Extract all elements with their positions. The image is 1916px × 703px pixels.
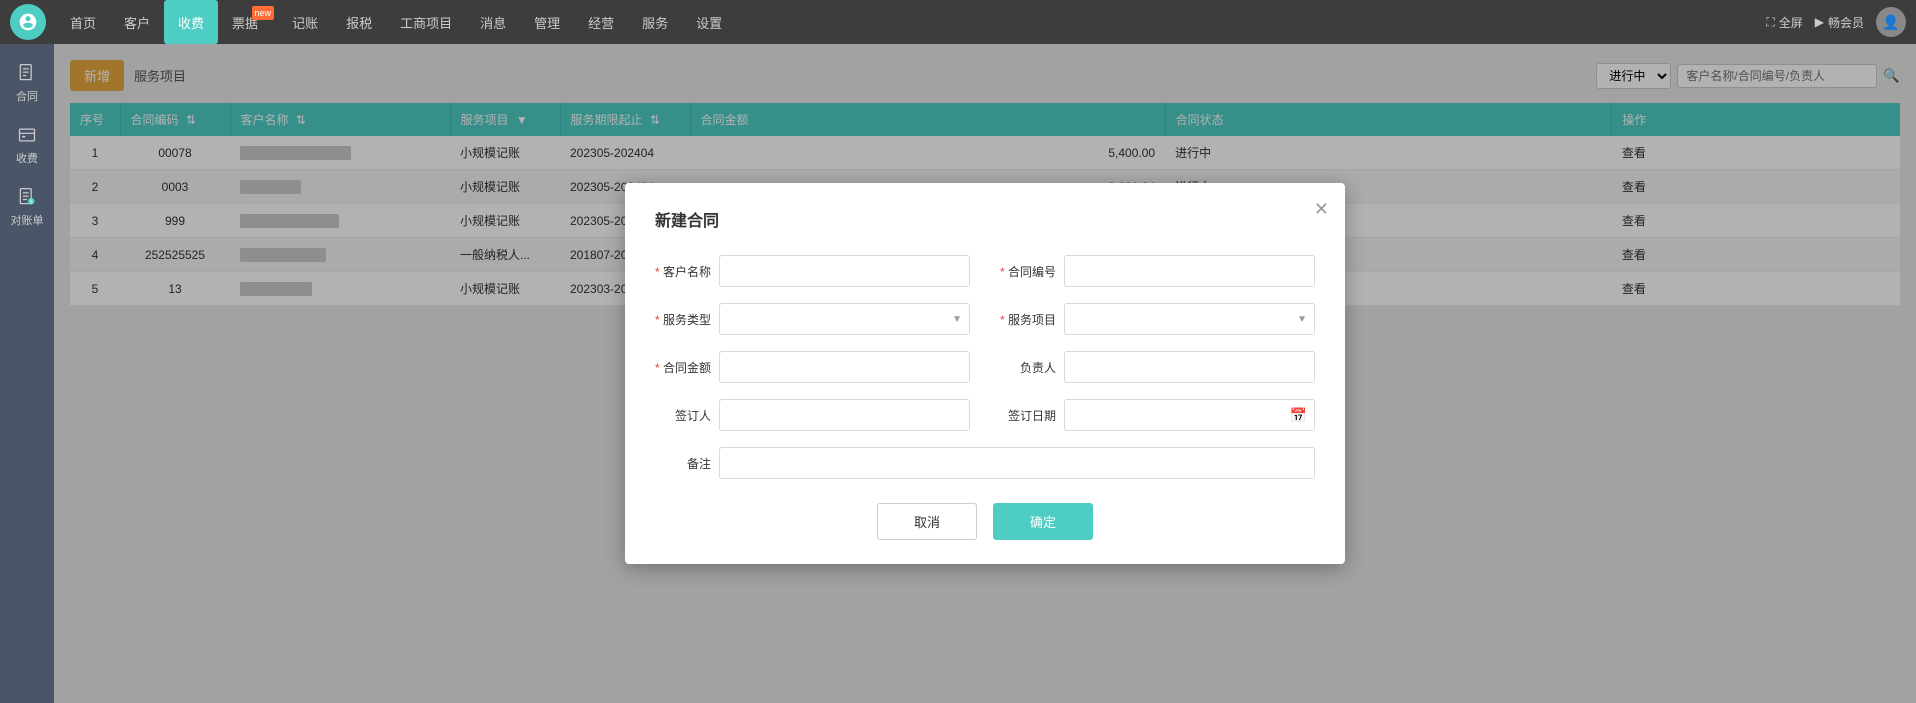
field-contract-no: 合同编号 xyxy=(1000,255,1315,287)
date-input-wrapper: 2023-06-06 📅 xyxy=(1064,399,1315,431)
calendar-icon[interactable]: 📅 xyxy=(1290,407,1307,424)
label-service-item: 服务项目 xyxy=(1000,311,1056,328)
field-remark: 备注 xyxy=(655,447,1315,479)
nav-service[interactable]: 服务 xyxy=(628,0,682,44)
field-sign-date: 签订日期 2023-06-06 📅 xyxy=(1000,399,1315,431)
field-signer: 签订人 xyxy=(655,399,970,431)
field-service-type: 服务类型 xyxy=(655,303,970,335)
nav-billing[interactable]: 收费 xyxy=(164,0,218,44)
input-client-name[interactable] xyxy=(719,255,970,287)
modal-title: 新建合同 xyxy=(655,207,1315,231)
label-sign-date: 签订日期 xyxy=(1000,407,1056,424)
select-service-type[interactable] xyxy=(719,303,970,335)
contract-icon xyxy=(16,62,38,84)
modal-overlay: ✕ 新建合同 客户名称 合同编号 服务类型 xyxy=(54,44,1916,703)
nav-operation[interactable]: 经营 xyxy=(574,0,628,44)
sidebar-label-contract: 合同 xyxy=(16,88,38,104)
nav-home[interactable]: 首页 xyxy=(56,0,110,44)
label-signer: 签订人 xyxy=(655,407,711,424)
input-signer[interactable] xyxy=(719,399,970,431)
nav-tax[interactable]: 报税 xyxy=(332,0,386,44)
nav-business[interactable]: 工商项目 xyxy=(386,0,466,44)
nav-menu: 首页 客户 收费 票据 new 记账 报税 工商项目 消息 管理 经营 服务 设… xyxy=(56,0,1766,44)
modal-close-button[interactable]: ✕ xyxy=(1314,199,1329,220)
nav-right-actions: ⛶ 全屏 ▶ 畅会员 👤 xyxy=(1766,7,1906,37)
nav-message[interactable]: 消息 xyxy=(466,0,520,44)
label-service-type: 服务类型 xyxy=(655,311,711,328)
label-remark: 备注 xyxy=(655,455,711,472)
main-area: 合同 收费 $ xyxy=(0,44,1916,703)
svg-text:$: $ xyxy=(30,200,33,206)
nav-settings[interactable]: 设置 xyxy=(682,0,736,44)
modal-footer: 取消 确定 xyxy=(655,503,1315,540)
nav-client[interactable]: 客户 xyxy=(110,0,164,44)
sidebar-label-billing: 收费 xyxy=(16,150,38,166)
input-sign-date[interactable]: 2023-06-06 xyxy=(1064,399,1315,431)
label-contract-amount: 合同金额 xyxy=(655,359,711,376)
app-logo xyxy=(10,4,46,40)
input-remark[interactable] xyxy=(719,447,1315,479)
sidebar-item-billing[interactable]: 收费 xyxy=(2,116,52,174)
new-contract-modal: ✕ 新建合同 客户名称 合同编号 服务类型 xyxy=(625,183,1345,564)
confirm-button[interactable]: 确定 xyxy=(993,503,1093,540)
nav-invoice[interactable]: 票据 new xyxy=(218,0,278,44)
nav-admin[interactable]: 管理 xyxy=(520,0,574,44)
field-service-item: 服务项目 xyxy=(1000,303,1315,335)
statement-icon: $ xyxy=(16,186,38,208)
sidebar-item-statement[interactable]: $ 对账单 xyxy=(2,178,52,236)
sidebar-label-statement: 对账单 xyxy=(11,212,44,228)
select-wrapper-service-type xyxy=(719,303,970,335)
cancel-button[interactable]: 取消 xyxy=(877,503,977,540)
label-client-name: 客户名称 xyxy=(655,263,711,280)
fullscreen-button[interactable]: ⛶ 全屏 xyxy=(1766,14,1802,31)
field-contract-amount: 合同金额 0.00 xyxy=(655,351,970,383)
member-button[interactable]: ▶ 畅会员 xyxy=(1815,14,1864,31)
main-content: 新增 服务项目 进行中 已结束 全部 🔍 序号 合同编码 ⇅ xyxy=(54,44,1916,703)
input-contract-no[interactable] xyxy=(1064,255,1315,287)
input-contract-amount[interactable]: 0.00 xyxy=(719,351,970,383)
field-responsible: 负责人 xyxy=(1000,351,1315,383)
left-sidebar: 合同 收费 $ xyxy=(0,44,54,703)
top-navigation: 首页 客户 收费 票据 new 记账 报税 工商项目 消息 管理 经营 服务 设… xyxy=(0,0,1916,44)
label-responsible: 负责人 xyxy=(1000,359,1056,376)
field-client-name: 客户名称 xyxy=(655,255,970,287)
select-service-item[interactable] xyxy=(1064,303,1315,335)
new-badge: new xyxy=(252,6,275,20)
select-wrapper-service-item xyxy=(1064,303,1315,335)
input-responsible[interactable] xyxy=(1064,351,1315,383)
label-contract-no: 合同编号 xyxy=(1000,263,1056,280)
form-grid: 客户名称 合同编号 服务类型 服务项目 xyxy=(655,255,1315,479)
user-avatar[interactable]: 👤 xyxy=(1876,7,1906,37)
billing-icon xyxy=(16,124,38,146)
nav-bookkeeping[interactable]: 记账 xyxy=(278,0,332,44)
sidebar-item-contract[interactable]: 合同 xyxy=(2,54,52,112)
